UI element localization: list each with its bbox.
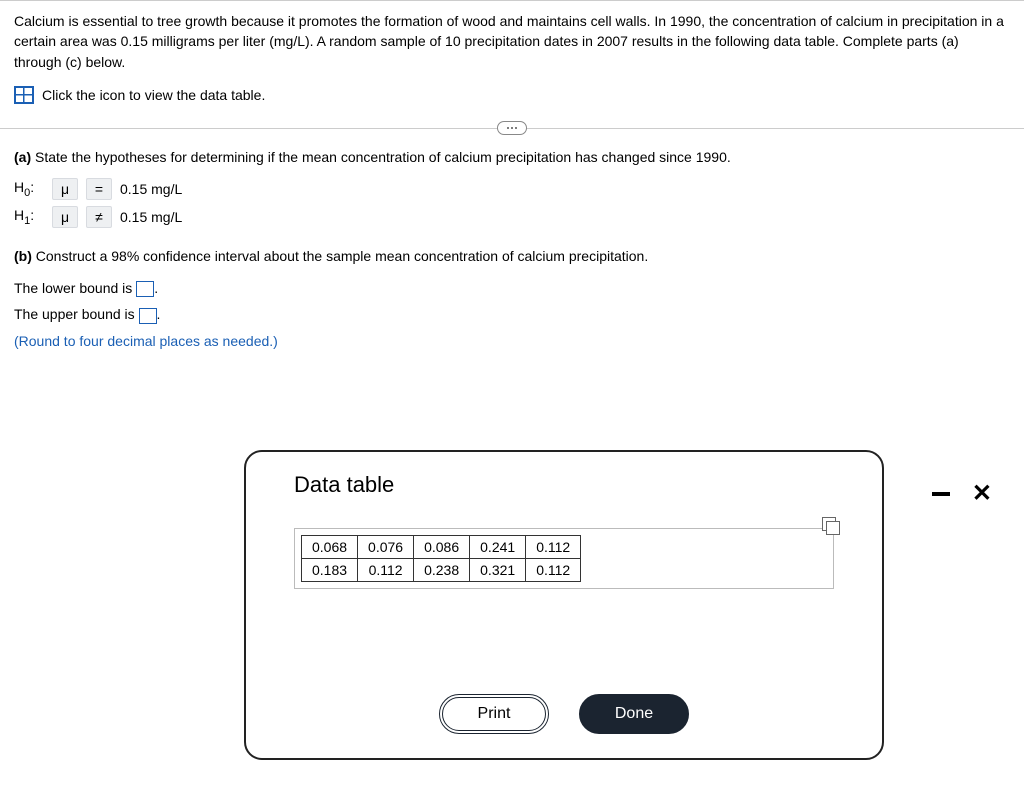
data-cell: 0.241 (470, 536, 526, 559)
table-icon[interactable] (14, 86, 34, 104)
data-cell: 0.086 (414, 536, 470, 559)
data-link-row: Click the icon to view the data table. (0, 72, 1024, 118)
alt-hypothesis-row: H1: μ ≠ 0.15 mg/L (14, 206, 1010, 228)
h1-parameter-select[interactable]: μ (52, 206, 78, 228)
data-table: 0.068 0.076 0.086 0.241 0.112 0.183 0.11… (301, 535, 581, 582)
upper-bound-line: The upper bound is . (14, 303, 1010, 325)
modal-title: Data table (294, 472, 394, 498)
data-cell: 0.183 (302, 559, 358, 582)
h0-parameter-select[interactable]: μ (52, 178, 78, 200)
done-button[interactable]: Done (579, 694, 689, 734)
null-hypothesis-row: H0: μ = 0.15 mg/L (14, 178, 1010, 200)
lower-bound-input[interactable] (136, 281, 154, 297)
minimize-icon[interactable] (932, 492, 950, 496)
data-table-container: 0.068 0.076 0.086 0.241 0.112 0.183 0.11… (294, 528, 834, 589)
copy-icon[interactable] (822, 517, 836, 531)
part-a-prompt: State the hypotheses for determining if … (31, 149, 731, 165)
part-b-prompt: Construct a 98% confidence interval abou… (32, 248, 648, 264)
data-cell: 0.112 (358, 559, 414, 582)
part-a: (a) State the hypotheses for determining… (0, 147, 1024, 246)
upper-bound-input[interactable] (139, 308, 157, 324)
table-row: 0.183 0.112 0.238 0.321 0.112 (302, 559, 581, 582)
part-b: (b) Construct a 98% confidence interval … (0, 246, 1024, 368)
h0-value: 0.15 mg/L (120, 181, 182, 197)
rounding-note: (Round to four decimal places as needed.… (14, 330, 1010, 352)
data-cell: 0.238 (414, 559, 470, 582)
h0-operator-select[interactable]: = (86, 178, 112, 200)
intro-text: Calcium is essential to tree growth beca… (14, 13, 1004, 70)
lower-bound-line: The lower bound is . (14, 277, 1010, 299)
part-a-prefix: (a) (14, 149, 31, 165)
section-divider (0, 128, 1024, 129)
table-row: 0.068 0.076 0.086 0.241 0.112 (302, 536, 581, 559)
data-table-modal: ✕ Data table 0.068 0.076 0.086 0.241 0.1… (244, 450, 884, 760)
click-icon-text[interactable]: Click the icon to view the data table. (42, 87, 265, 103)
h1-operator-select[interactable]: ≠ (86, 206, 112, 228)
part-b-prefix: (b) (14, 248, 32, 264)
data-cell: 0.076 (358, 536, 414, 559)
problem-statement: Calcium is essential to tree growth beca… (0, 1, 1024, 72)
print-button[interactable]: Print (439, 694, 549, 734)
ellipsis-pill[interactable] (497, 121, 527, 135)
data-cell: 0.321 (470, 559, 526, 582)
data-cell: 0.068 (302, 536, 358, 559)
h1-value: 0.15 mg/L (120, 209, 182, 225)
data-cell: 0.112 (526, 536, 581, 559)
data-cell: 0.112 (526, 559, 581, 582)
close-icon[interactable]: ✕ (972, 482, 992, 506)
